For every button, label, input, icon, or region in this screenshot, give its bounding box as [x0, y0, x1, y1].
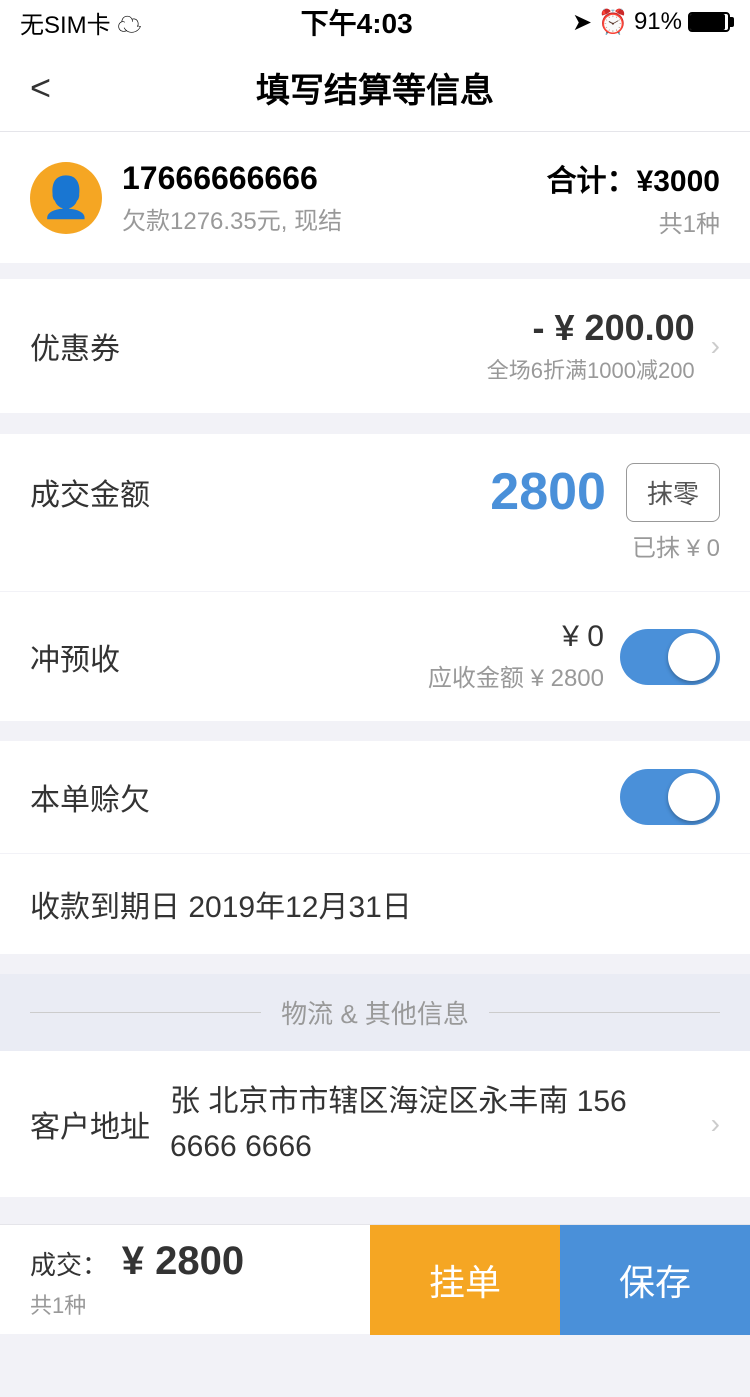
- discount-desc: 全场6折满1000减200: [487, 353, 695, 385]
- discount-amount: - ¥ 200.00: [487, 307, 695, 349]
- pre-receipt-row: 冲预收 ¥ 0 应收金额 ¥ 2800: [0, 591, 750, 721]
- pending-button[interactable]: 挂单: [370, 1225, 560, 1335]
- location-icon: ➤: [572, 8, 592, 37]
- status-right: ➤ ⏰ 91%: [572, 8, 730, 37]
- amount-section: 成交金额 2800 抹零 已抹 ¥ 0: [0, 434, 750, 591]
- address-row[interactable]: 客户地址 张 北京市市辖区海淀区永丰南 156 6666 6666 ›: [0, 1051, 750, 1197]
- status-bar: 无SIM卡 ☁ 下午4:03 ➤ ⏰ 91%: [0, 0, 750, 44]
- address-label: 客户地址: [30, 1102, 150, 1146]
- nav-title: 填写结算等信息: [256, 63, 494, 112]
- customer-right: 合计：¥3000 共1种: [547, 156, 720, 239]
- coupon-right: - ¥ 200.00 全场6折满1000减200 ›: [487, 307, 720, 385]
- total-count: 共1种: [547, 204, 720, 239]
- pre-receipt-toggle[interactable]: [620, 629, 720, 685]
- section-divider-2: [0, 721, 750, 741]
- battery-icon: [688, 12, 730, 32]
- logistics-header: 物流 & 其他信息: [0, 974, 750, 1051]
- toggle-knob: [668, 633, 716, 681]
- section-divider-1: [0, 414, 750, 434]
- logistics-line-right: [489, 1012, 720, 1013]
- amount-right: 2800 抹零: [490, 462, 720, 522]
- amount-sub: 已抹 ¥ 0: [30, 528, 720, 563]
- coupon-label: 优惠券: [30, 324, 120, 368]
- battery-percent: 91%: [634, 8, 682, 36]
- round-button[interactable]: 抹零: [626, 463, 720, 522]
- avatar: 👤: [30, 162, 102, 234]
- due-date-text: 收款到期日 2019年12月31日: [30, 891, 412, 924]
- pre-amount: ¥ 0: [428, 620, 604, 654]
- footer-amount: ¥ 2800: [122, 1239, 244, 1283]
- avatar-icon: 👤: [41, 174, 91, 221]
- total-amount: 合计：¥3000: [547, 156, 720, 200]
- back-button[interactable]: <: [30, 67, 71, 109]
- alarm-icon: ⏰: [598, 8, 628, 37]
- footer-summary: 成交： ¥ 2800 共1种: [0, 1239, 370, 1320]
- amount-label: 成交金额: [30, 470, 150, 514]
- footer-deal-row: 成交： ¥ 2800: [30, 1239, 340, 1284]
- sim-label: 无SIM卡 ☁: [20, 5, 141, 40]
- amount-value: 2800: [490, 462, 606, 522]
- debt-toggle[interactable]: [620, 769, 720, 825]
- customer-info: 17666666666 欠款1276.35元, 现结: [122, 160, 342, 236]
- debt-label: 本单赊欠: [30, 775, 150, 819]
- nav-bar: < 填写结算等信息: [0, 44, 750, 132]
- footer-count: 共1种: [30, 1288, 340, 1320]
- content: 👤 17666666666 欠款1276.35元, 现结 合计：¥3000 共1…: [0, 132, 750, 1397]
- pre-receipt-label: 冲预收: [30, 635, 120, 679]
- section-divider-3: [0, 954, 750, 974]
- footer-deal-label: 成交：: [30, 1250, 108, 1280]
- battery-fill: [690, 14, 725, 30]
- customer-debt: 欠款1276.35元, 现结: [122, 201, 342, 236]
- due-date-row: 收款到期日 2019年12月31日: [0, 853, 750, 954]
- footer: 成交： ¥ 2800 共1种 挂单 保存: [0, 1224, 750, 1334]
- logistics-title: 物流 & 其他信息: [281, 994, 469, 1031]
- customer-left: 👤 17666666666 欠款1276.35元, 现结: [30, 160, 342, 236]
- status-time: 下午4:03: [301, 2, 413, 42]
- logistics-line-left: [30, 1012, 261, 1013]
- pre-sub: 应收金额 ¥ 2800: [428, 658, 604, 693]
- address-content: 张 北京市市辖区海淀区永丰南 156 6666 6666: [170, 1079, 691, 1169]
- customer-card: 👤 17666666666 欠款1276.35元, 现结 合计：¥3000 共1…: [0, 132, 750, 263]
- save-button[interactable]: 保存: [560, 1225, 750, 1335]
- amount-row: 成交金额 2800 抹零: [30, 462, 720, 522]
- pre-receipt-right: ¥ 0 应收金额 ¥ 2800: [428, 620, 720, 693]
- chevron-right-icon: ›: [711, 330, 720, 362]
- address-chevron-icon: ›: [711, 1108, 720, 1140]
- coupon-row[interactable]: 优惠券 - ¥ 200.00 全场6折满1000减200 ›: [0, 279, 750, 414]
- debt-toggle-knob: [668, 773, 716, 821]
- debt-row: 本单赊欠: [0, 741, 750, 853]
- status-left: 无SIM卡 ☁: [20, 5, 141, 40]
- customer-phone: 17666666666: [122, 160, 342, 197]
